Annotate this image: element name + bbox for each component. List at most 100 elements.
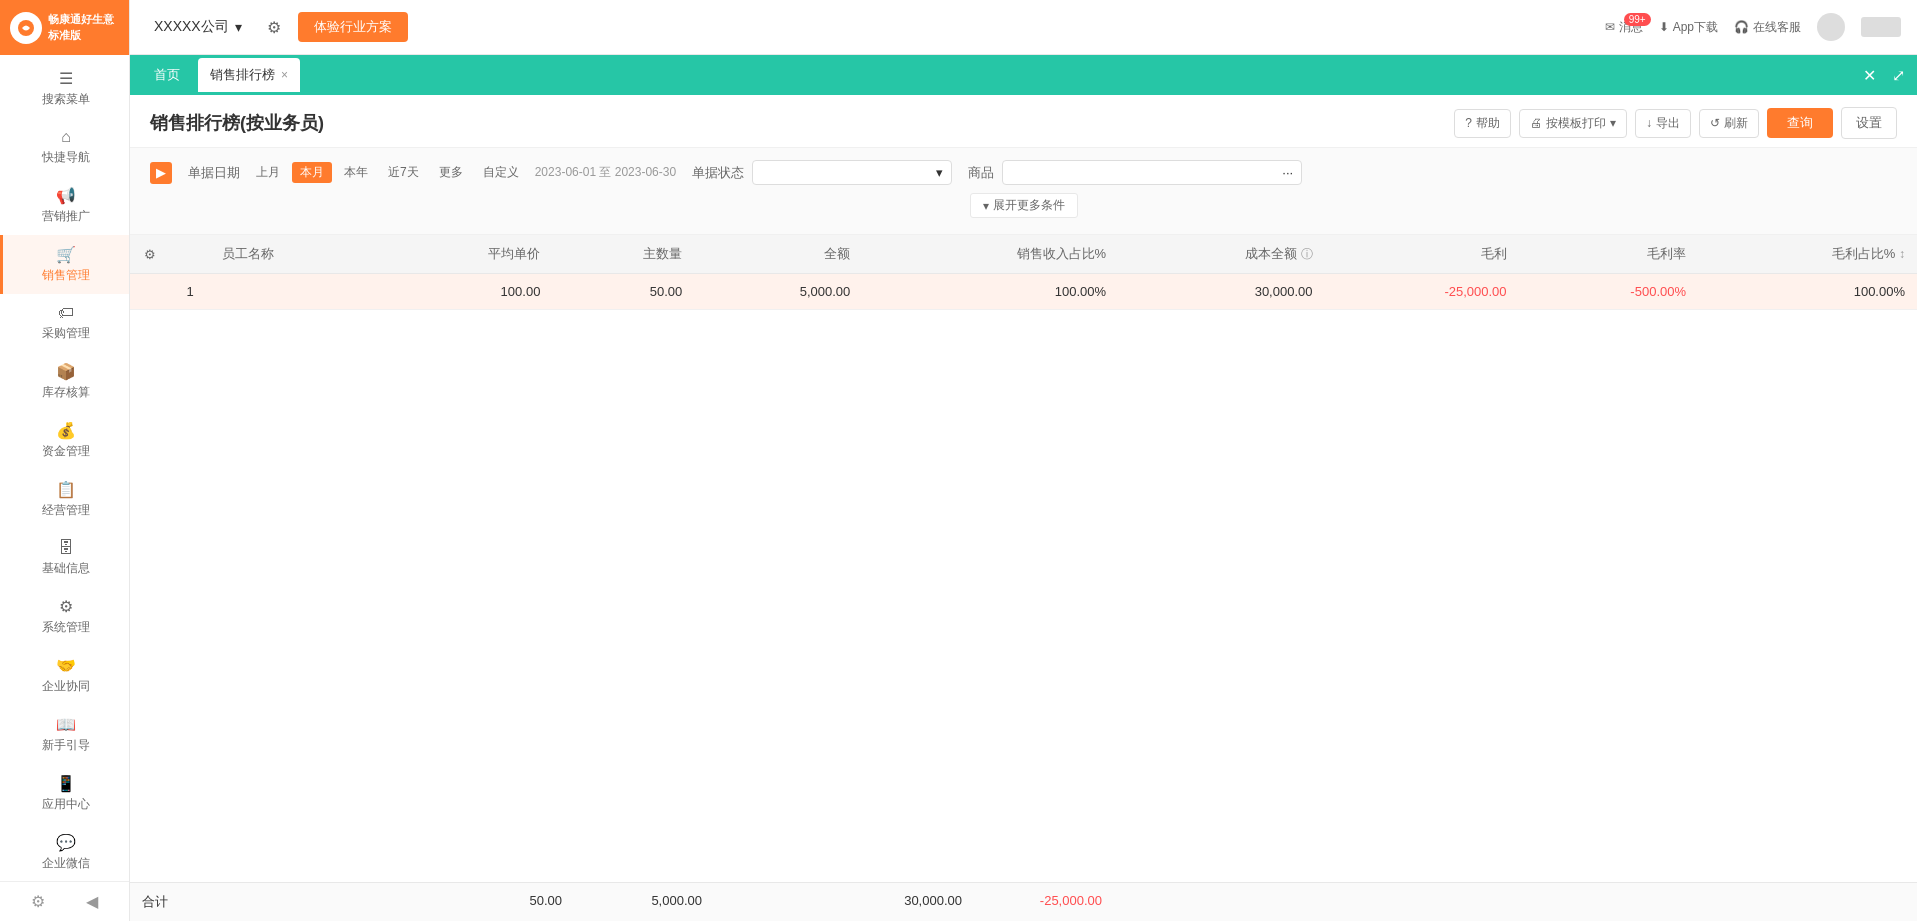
status-filter-group: 单据状态 ▾ xyxy=(692,160,952,185)
company-selector[interactable]: XXXXX公司 ▾ xyxy=(146,14,250,40)
tab-bar: 首页 销售排行榜 × ✕ ⤢ xyxy=(130,55,1917,95)
row-amount-cell: 5,000.00 xyxy=(694,274,862,310)
header-right: ✉ 消息 99+ ⬇ App下载 🎧 在线客服 xyxy=(1605,13,1901,41)
main-content: XXXXX公司 ▾ ⚙ 体验行业方案 ✉ 消息 99+ ⬇ App下载 🎧 在线… xyxy=(130,0,1917,921)
col-sales-pct: 销售收入占比% xyxy=(862,235,1118,274)
page-header: 销售排行榜(按业务员) ? 帮助 🖨 按模板打印 ▾ ↓ 导出 ↺ 刷新 xyxy=(130,95,1917,148)
date-filter-group: 单据日期 上月 本月 本年 近7天 更多 自定义 2023-06-01 至 20… xyxy=(188,162,676,183)
sidebar-item-marketing[interactable]: 📢 营销推广 xyxy=(0,176,129,235)
sidebar-item-purchase[interactable]: 🏷 采购管理 xyxy=(0,294,129,352)
download-icon: ⬇ xyxy=(1659,20,1669,34)
tab-home[interactable]: 首页 xyxy=(138,58,196,92)
page-settings-button[interactable]: 设置 xyxy=(1841,107,1897,139)
filter-row: ▶ 单据日期 上月 本月 本年 近7天 更多 自定义 2023-06-01 至 … xyxy=(150,160,1897,185)
col-rank xyxy=(170,235,210,274)
tab-minimize-button[interactable]: ✕ xyxy=(1859,64,1880,87)
sidebar-item-inventory[interactable]: 📦 库存核算 xyxy=(0,352,129,411)
marketing-icon: 📢 xyxy=(56,186,76,205)
wechat-icon: 💬 xyxy=(56,833,76,852)
footer-total-label: 合计 xyxy=(142,893,322,911)
table-container: ⚙ 员工名称 平均单价 主数量 全额 销售收入占比% 成本全额 ⓘ 毛利 毛利率 xyxy=(130,235,1917,882)
data-table: ⚙ 员工名称 平均单价 主数量 全额 销售收入占比% 成本全额 ⓘ 毛利 毛利率 xyxy=(130,235,1917,310)
print-chevron-icon: ▾ xyxy=(1610,116,1616,130)
trial-button[interactable]: 体验行业方案 xyxy=(298,12,408,42)
col-settings[interactable]: ⚙ xyxy=(130,235,170,274)
filter-toggle-button[interactable]: ▶ xyxy=(150,162,172,184)
sidebar-collapse-icon[interactable]: ◀ xyxy=(86,892,98,911)
print-icon: 🖨 xyxy=(1530,116,1542,130)
app-logo: 畅康通好生意 标准版 xyxy=(0,0,129,55)
sidebar-item-basic[interactable]: 🗄 基础信息 xyxy=(0,529,129,587)
inventory-icon: 📦 xyxy=(56,362,76,381)
sidebar-item-appstore[interactable]: 📱 应用中心 xyxy=(0,764,129,823)
home-icon: ⌂ xyxy=(61,128,71,146)
status-select[interactable]: ▾ xyxy=(752,160,952,185)
footer-main-qty: 50.00 xyxy=(482,893,562,911)
sidebar-item-finance[interactable]: 💰 资金管理 xyxy=(0,411,129,470)
footer-cost: 30,000.00 xyxy=(862,893,962,911)
expand-icon: ▾ xyxy=(983,199,989,213)
sidebar-item-collab[interactable]: 🤝 企业协同 xyxy=(0,646,129,705)
tab-home-label: 首页 xyxy=(154,67,180,82)
gross-pct-info-icon[interactable]: ↕ xyxy=(1899,247,1905,261)
row-avg-price-cell: 100.00 xyxy=(381,274,552,310)
sidebar-item-system[interactable]: ⚙ 系统管理 xyxy=(0,587,129,646)
goods-input-more: ··· xyxy=(1282,165,1293,180)
sidebar-item-search[interactable]: ☰ 搜索菜单 xyxy=(0,59,129,118)
goods-input[interactable]: ··· xyxy=(1002,160,1302,185)
message-button[interactable]: ✉ 消息 99+ xyxy=(1605,19,1643,36)
col-avg-price: 平均单价 xyxy=(381,235,552,274)
row-sales-pct-cell: 100.00% xyxy=(862,274,1118,310)
date-tab-more[interactable]: 更多 xyxy=(431,162,471,183)
cost-info-icon[interactable]: ⓘ xyxy=(1301,247,1313,261)
tab-close-button[interactable]: × xyxy=(281,68,288,82)
tab-right-actions: ✕ ⤢ xyxy=(1859,64,1909,87)
page-title: 销售排行榜(按业务员) xyxy=(150,111,324,135)
table-row: 1 100.00 50.00 5,000.00 100.00% 30,000.0… xyxy=(130,274,1917,310)
page-actions: ? 帮助 🖨 按模板打印 ▾ ↓ 导出 ↺ 刷新 查询 设置 xyxy=(1454,107,1897,139)
row-cost-cell: 30,000.00 xyxy=(1118,274,1324,310)
header-settings-button[interactable]: ⚙ xyxy=(260,13,288,41)
status-filter-label: 单据状态 xyxy=(692,164,744,182)
sidebar-item-shortcut[interactable]: ⌂ 快捷导航 xyxy=(0,118,129,176)
help-label: 帮助 xyxy=(1476,115,1500,132)
export-button[interactable]: ↓ 导出 xyxy=(1635,109,1691,138)
message-badge: 99+ xyxy=(1624,13,1651,26)
goods-filter-label: 商品 xyxy=(968,164,994,182)
row-main-qty-cell: 50.00 xyxy=(552,274,694,310)
expand-more-button[interactable]: ▾ 展开更多条件 xyxy=(970,193,1078,218)
print-button[interactable]: 🖨 按模板打印 ▾ xyxy=(1519,109,1627,138)
date-tab-this-year[interactable]: 本年 xyxy=(336,162,376,183)
date-tab-this-month[interactable]: 本月 xyxy=(292,162,332,183)
logo-icon xyxy=(10,12,42,44)
tab-sales-ranking[interactable]: 销售排行榜 × xyxy=(198,58,300,92)
user-name xyxy=(1861,17,1901,37)
status-select-arrow: ▾ xyxy=(936,165,943,180)
date-tab-last-month[interactable]: 上月 xyxy=(248,162,288,183)
table-footer: 合计 50.00 5,000.00 30,000.00 -25,000.00 xyxy=(130,882,1917,921)
date-tab-last7days[interactable]: 近7天 xyxy=(380,162,427,183)
query-button[interactable]: 查询 xyxy=(1767,108,1833,138)
sales-icon: 🛒 xyxy=(56,245,76,264)
sidebar-settings-icon[interactable]: ⚙ xyxy=(31,892,45,911)
sidebar-item-guide[interactable]: 📖 新手引导 xyxy=(0,705,129,764)
sidebar-item-wechat[interactable]: 💬 企业微信 xyxy=(0,823,129,881)
col-amount: 全额 xyxy=(694,235,862,274)
refresh-button[interactable]: ↺ 刷新 xyxy=(1699,109,1759,138)
help-button[interactable]: ? 帮助 xyxy=(1454,109,1511,138)
tab-label: 销售排行榜 xyxy=(210,66,275,84)
date-tab-custom[interactable]: 自定义 xyxy=(475,162,527,183)
col-employee: 员工名称 xyxy=(210,235,381,274)
row-gross-pct-cell: 100.00% xyxy=(1698,274,1917,310)
app-label: App下载 xyxy=(1673,19,1718,36)
sidebar-item-operation[interactable]: 📋 经营管理 xyxy=(0,470,129,529)
row-employee-cell xyxy=(210,274,381,310)
app-download-button[interactable]: ⬇ App下载 xyxy=(1659,19,1718,36)
col-gross-profit: 毛利 xyxy=(1325,235,1519,274)
basic-icon: 🗄 xyxy=(58,539,74,557)
headset-icon: 🎧 xyxy=(1734,20,1749,34)
sidebar-item-sales[interactable]: 🛒 销售管理 xyxy=(0,235,129,294)
avatar[interactable] xyxy=(1817,13,1845,41)
tab-expand-button[interactable]: ⤢ xyxy=(1888,64,1909,87)
online-service-button[interactable]: 🎧 在线客服 xyxy=(1734,19,1801,36)
